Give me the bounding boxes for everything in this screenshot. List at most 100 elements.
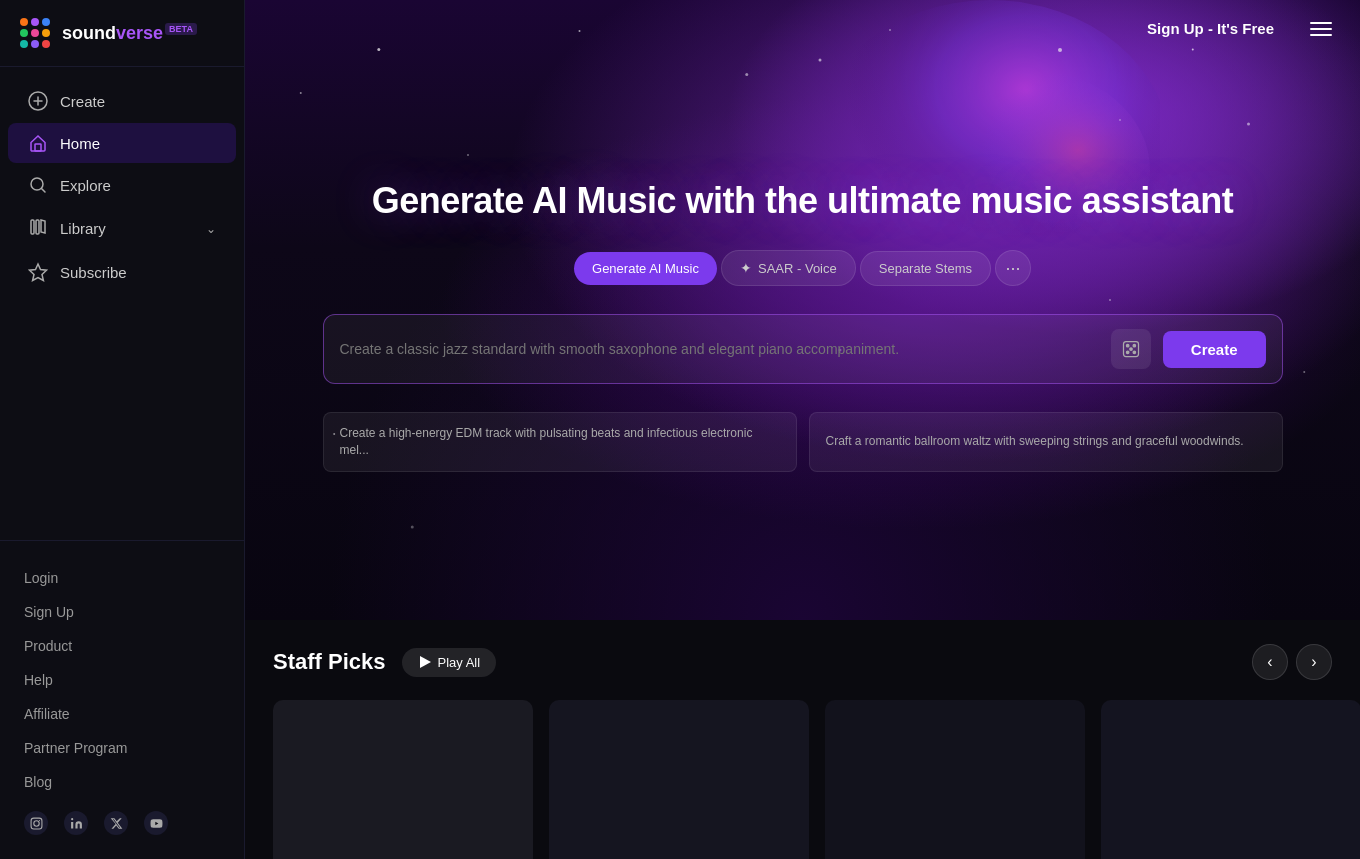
sidebar: soundverseBETA Create Home <box>0 0 245 859</box>
social-links <box>0 799 244 847</box>
sidebar-link-partner[interactable]: Partner Program <box>0 731 244 765</box>
cards-row <box>273 700 1332 859</box>
subscribe-icon <box>28 262 48 282</box>
dice-button[interactable] <box>1111 329 1151 369</box>
section-header: Staff Picks Play All ‹ › <box>273 644 1332 680</box>
instagram-icon[interactable] <box>24 811 48 835</box>
music-card-2[interactable] <box>549 700 809 859</box>
linkedin-icon[interactable] <box>64 811 88 835</box>
explore-icon <box>28 175 48 195</box>
svg-line-14 <box>42 189 46 193</box>
svg-point-5 <box>42 29 50 37</box>
suggestion-chip-waltz[interactable]: Craft a romantic ballroom waltz with swe… <box>809 412 1283 472</box>
chevron-down-icon: ⌄ <box>206 222 216 236</box>
svg-point-41 <box>411 526 414 529</box>
chevron-right-icon: › <box>1311 653 1316 671</box>
logo-icon <box>16 14 54 52</box>
svg-point-20 <box>38 819 39 820</box>
svg-point-6 <box>20 40 28 48</box>
section-title: Staff Picks <box>273 649 386 675</box>
svg-marker-17 <box>30 264 47 281</box>
section-header-left: Staff Picks Play All <box>273 648 496 677</box>
create-icon <box>28 91 48 111</box>
tab-saar[interactable]: ✦ SAAR - Voice <box>721 250 856 286</box>
prompt-box: Create <box>323 314 1283 384</box>
more-dots-icon: ··· <box>1005 258 1020 279</box>
hero-content: Generate AI Music with the ultimate musi… <box>245 0 1360 472</box>
svg-rect-12 <box>35 144 41 151</box>
svg-marker-48 <box>420 656 431 668</box>
music-card-1[interactable] <box>273 700 533 859</box>
music-card-3[interactable] <box>825 700 1085 859</box>
tab-more-button[interactable]: ··· <box>995 250 1031 286</box>
svg-point-1 <box>31 18 39 26</box>
play-all-button[interactable]: Play All <box>402 648 497 677</box>
svg-point-3 <box>20 29 28 37</box>
svg-point-4 <box>31 29 39 37</box>
main-content: Sign Up - It's Free <box>245 0 1360 859</box>
svg-point-47 <box>1130 348 1133 351</box>
sidebar-item-library-label: Library <box>60 220 106 237</box>
menu-line-3 <box>1310 34 1332 36</box>
sidebar-item-home-label: Home <box>60 135 100 152</box>
svg-point-19 <box>33 820 38 825</box>
topbar: Sign Up - It's Free <box>245 0 1360 57</box>
hero-title: Generate AI Music with the ultimate musi… <box>372 180 1233 222</box>
sidebar-link-blog[interactable]: Blog <box>0 765 244 799</box>
svg-rect-18 <box>31 818 42 829</box>
sidebar-nav: Create Home Explore <box>0 67 244 532</box>
prompt-input[interactable] <box>340 341 1099 357</box>
menu-line-2 <box>1310 28 1332 30</box>
svg-point-44 <box>1133 344 1136 347</box>
menu-line-1 <box>1310 22 1332 24</box>
sparkle-icon: ✦ <box>740 260 752 276</box>
suggestion-row: Create a high-energy EDM track with puls… <box>323 412 1283 472</box>
svg-point-45 <box>1126 351 1129 354</box>
svg-point-0 <box>20 18 28 26</box>
svg-point-46 <box>1133 351 1136 354</box>
tab-stems[interactable]: Separate Stems <box>860 251 991 286</box>
sidebar-link-product[interactable]: Product <box>0 629 244 663</box>
tab-generate[interactable]: Generate AI Music <box>574 252 717 285</box>
sidebar-item-explore-label: Explore <box>60 177 111 194</box>
sidebar-item-explore[interactable]: Explore <box>8 165 236 205</box>
svg-point-7 <box>31 40 39 48</box>
sidebar-link-login[interactable]: Login <box>0 561 244 595</box>
sidebar-item-subscribe[interactable]: Subscribe <box>8 252 236 292</box>
staff-picks-section: Staff Picks Play All ‹ › <box>245 620 1360 859</box>
hero-tabs: Generate AI Music ✦ SAAR - Voice Separat… <box>574 250 1031 286</box>
sidebar-item-subscribe-label: Subscribe <box>60 264 127 281</box>
suggestion-chip-edm[interactable]: Create a high-energy EDM track with puls… <box>323 412 797 472</box>
svg-rect-15 <box>31 220 34 234</box>
svg-point-21 <box>71 818 73 820</box>
youtube-icon[interactable] <box>144 811 168 835</box>
sidebar-item-create[interactable]: Create <box>8 81 236 121</box>
sidebar-link-affiliate[interactable]: Affiliate <box>0 697 244 731</box>
topbar-actions: Sign Up - It's Free <box>1131 12 1336 45</box>
svg-point-8 <box>42 40 50 48</box>
svg-rect-16 <box>36 220 39 234</box>
sidebar-link-signup[interactable]: Sign Up <box>0 595 244 629</box>
next-button[interactable]: › <box>1296 644 1332 680</box>
twitter-x-icon[interactable] <box>104 811 128 835</box>
nav-arrows: ‹ › <box>1252 644 1332 680</box>
menu-button[interactable] <box>1306 18 1336 40</box>
chevron-left-icon: ‹ <box>1267 653 1272 671</box>
svg-point-2 <box>42 18 50 26</box>
home-icon <box>28 133 48 153</box>
sidebar-item-home[interactable]: Home <box>8 123 236 163</box>
music-card-4[interactable] <box>1101 700 1360 859</box>
sidebar-divider <box>0 540 244 541</box>
prev-button[interactable]: ‹ <box>1252 644 1288 680</box>
library-icon <box>28 217 48 240</box>
logo[interactable]: soundverseBETA <box>0 0 244 67</box>
sidebar-item-create-label: Create <box>60 93 105 110</box>
sidebar-bottom: Login Sign Up Product Help Affiliate Par… <box>0 549 244 859</box>
logo-text: soundverseBETA <box>62 23 197 44</box>
sidebar-link-help[interactable]: Help <box>0 663 244 697</box>
signup-button[interactable]: Sign Up - It's Free <box>1131 12 1290 45</box>
play-icon <box>418 655 432 669</box>
sidebar-item-library[interactable]: Library ⌄ <box>8 207 236 250</box>
svg-point-43 <box>1126 344 1129 347</box>
create-button[interactable]: Create <box>1163 331 1266 368</box>
